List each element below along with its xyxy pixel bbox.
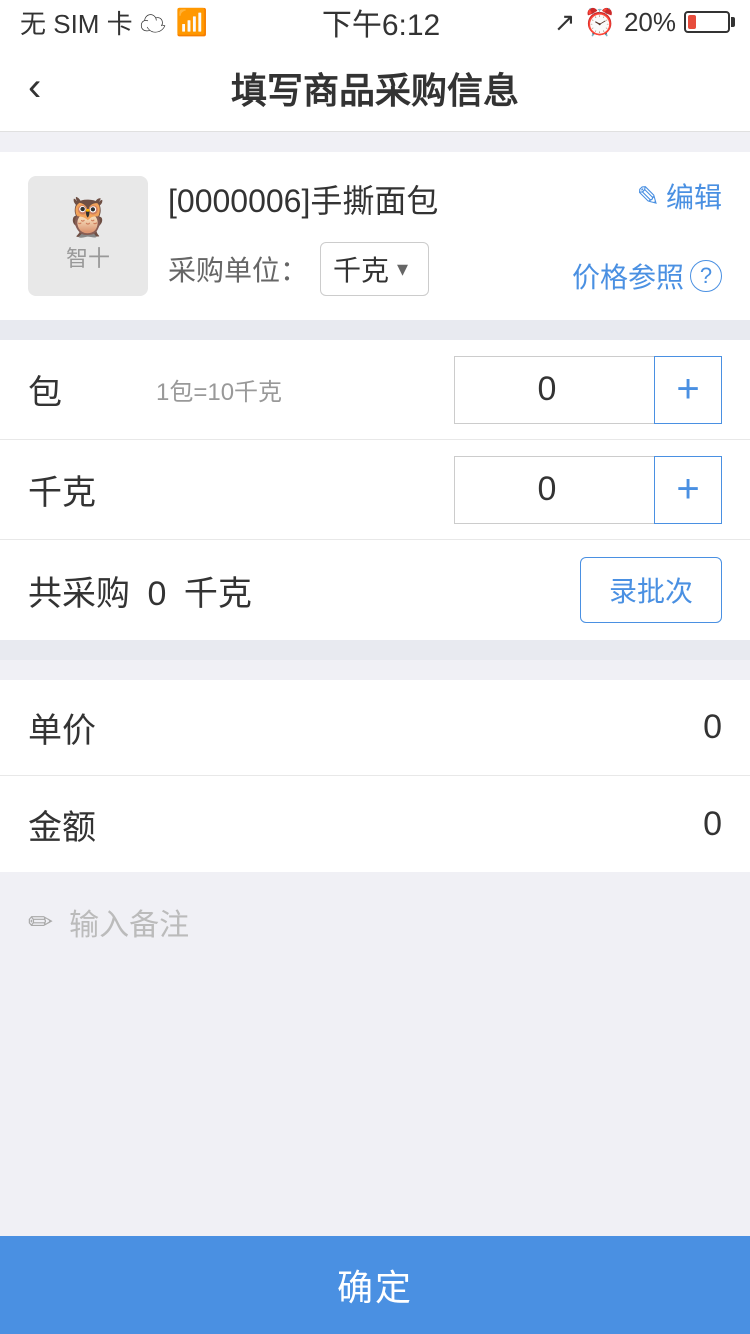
unit-price-value: 0 [703, 708, 722, 747]
product-logo-icon: 🦉 [64, 199, 111, 237]
kg-quantity-input[interactable] [454, 456, 654, 524]
quantity-section: 包 1包=10千克 + 千克 + [0, 340, 750, 540]
footer-spacer [0, 972, 750, 1272]
sim-label: 无 SIM 卡 ☁ [20, 4, 166, 41]
section-divider-2 [0, 640, 750, 660]
total-unit: 千克 [184, 575, 252, 613]
note-section[interactable]: ✏ 输入备注 [0, 872, 750, 972]
nav-bar: ‹ 填写商品采购信息 [0, 44, 750, 132]
kg-input-row: 千克 + [0, 440, 750, 540]
price-ref-label: 价格参照 [572, 256, 684, 296]
total-value: 0 [147, 575, 166, 613]
batch-button[interactable]: 录批次 [580, 557, 722, 623]
bao-input-control: + [454, 356, 722, 424]
product-image: 🦉 智十 [28, 176, 148, 296]
unit-label: 采购单位： [168, 249, 308, 289]
edit-button[interactable]: ✎ 编辑 [637, 176, 722, 216]
unit-price-row: 单价 0 [0, 680, 750, 776]
price-ref-button[interactable]: 价格参照 ? [572, 256, 722, 296]
unit-price-label: 单价 [28, 703, 96, 752]
unit-select[interactable]: 千克 ▾ [320, 242, 429, 296]
bao-input-row: 包 1包=10千克 + [0, 340, 750, 440]
unit-value: 千克 [333, 249, 389, 289]
wifi-icon: 📶 [176, 7, 208, 38]
pencil-icon: ✏ [28, 905, 53, 940]
total-prefix: 共采购 [28, 575, 130, 613]
status-left: 无 SIM 卡 ☁ 📶 [20, 4, 208, 41]
total-row: 共采购 0 千克 录批次 [0, 540, 750, 640]
product-card: 🦉 智十 [0000006]手撕面包 采购单位： 千克 ▾ ✎ 编辑 价格参照 … [0, 152, 750, 320]
edit-label: 编辑 [666, 176, 722, 216]
edit-icon: ✎ [637, 180, 660, 213]
kg-label: 千克 [28, 465, 148, 514]
total-text: 共采购 0 千克 [28, 566, 252, 615]
battery-percent: 20% [624, 7, 676, 38]
amount-label: 金额 [28, 800, 96, 849]
status-bar: 无 SIM 卡 ☁ 📶 下午6:12 ↗ ⏰ 20% [0, 0, 750, 44]
amount-value: 0 [703, 805, 722, 844]
alarm-icon: ⏰ [584, 7, 616, 38]
amount-row: 金额 0 [0, 776, 750, 872]
status-time: 下午6:12 [322, 0, 440, 44]
kg-plus-button[interactable]: + [654, 456, 722, 524]
bao-sub-label: 1包=10千克 [156, 372, 454, 407]
product-logo-label: 智十 [66, 241, 110, 273]
location-icon: ↗ [554, 7, 576, 38]
page-title: 填写商品采购信息 [231, 62, 519, 114]
kg-input-control: + [454, 456, 722, 524]
confirm-button[interactable]: 确定 [0, 1236, 750, 1334]
section-divider-1 [0, 320, 750, 340]
back-button[interactable]: ‹ [28, 65, 41, 110]
price-section: 单价 0 金额 0 [0, 680, 750, 872]
bao-quantity-input[interactable] [454, 356, 654, 424]
unit-dropdown-arrow: ▾ [397, 256, 408, 282]
help-icon: ? [690, 260, 722, 292]
note-placeholder: 输入备注 [69, 900, 189, 944]
bao-plus-button[interactable]: + [654, 356, 722, 424]
bao-label: 包 [28, 365, 148, 414]
battery-icon [684, 11, 730, 33]
status-right: ↗ ⏰ 20% [554, 7, 730, 38]
